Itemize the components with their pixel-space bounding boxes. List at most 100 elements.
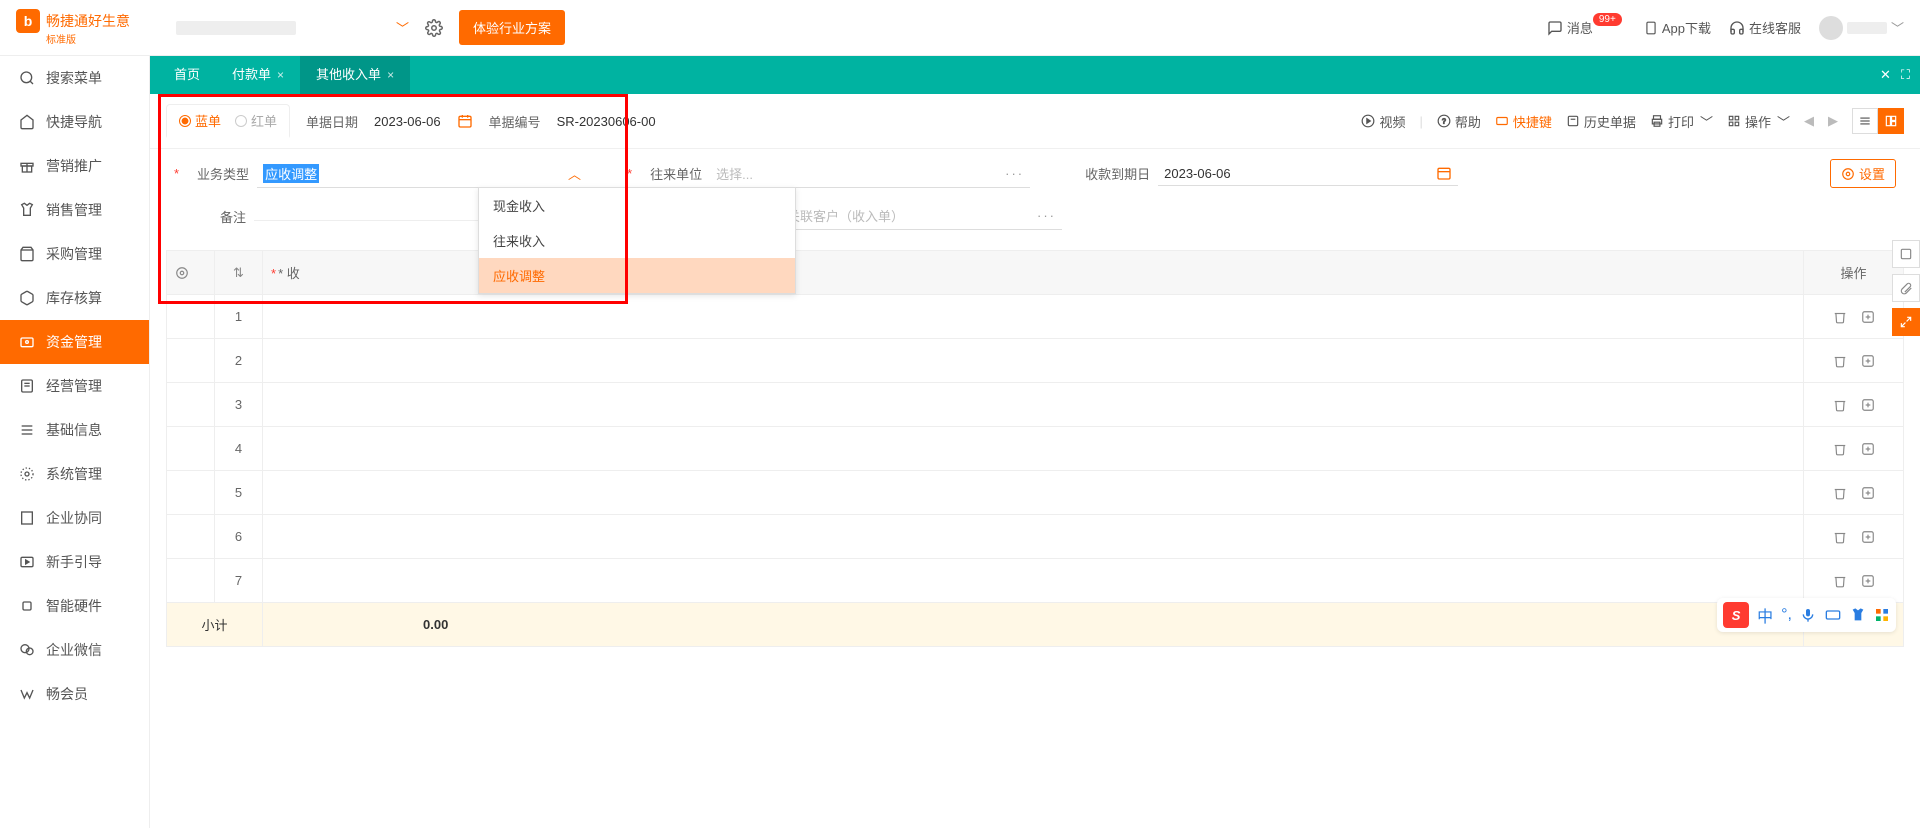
due-date-input[interactable]: 2023-06-06 — [1158, 161, 1458, 186]
app-download-link[interactable]: App下载 — [1644, 18, 1711, 37]
delete-icon[interactable] — [1833, 574, 1847, 588]
radio-red[interactable]: 红单 — [235, 111, 277, 130]
sidebar-item-guide[interactable]: 新手引导 — [0, 540, 149, 584]
calendar-icon[interactable] — [457, 113, 473, 129]
video-link[interactable]: 视频 — [1361, 112, 1405, 131]
row-cell[interactable] — [263, 515, 1804, 559]
delete-icon[interactable] — [1833, 442, 1847, 456]
prev-icon[interactable]: ◀ — [1804, 113, 1814, 129]
ime-skin-icon[interactable] — [1850, 607, 1866, 623]
fullscreen-icon[interactable]: ⛶ — [1901, 67, 1910, 83]
table-row[interactable]: 6 — [167, 515, 1904, 559]
help-link[interactable]: ?帮助 — [1437, 112, 1481, 131]
sidebar-item-sales[interactable]: 销售管理 — [0, 188, 149, 232]
close-icon[interactable]: × — [277, 56, 284, 94]
delete-icon[interactable] — [1833, 310, 1847, 324]
delete-icon[interactable] — [1833, 354, 1847, 368]
dropdown-option-cash[interactable]: 现金收入 — [479, 188, 795, 223]
ime-toolbox-icon[interactable] — [1874, 607, 1890, 623]
biz-type-select[interactable]: 应收调整 ︿ — [257, 160, 587, 188]
add-row-icon[interactable] — [1861, 310, 1875, 324]
sidebar-item-home[interactable]: 快捷导航 — [0, 100, 149, 144]
action-link[interactable]: 操作﹀ — [1727, 112, 1790, 131]
add-row-icon[interactable] — [1861, 530, 1875, 544]
delete-icon[interactable] — [1833, 486, 1847, 500]
sidebar-item-hardware[interactable]: 智能硬件 — [0, 584, 149, 628]
customer-service-link[interactable]: 在线客服 — [1729, 18, 1801, 37]
shortcut-link[interactable]: 快捷键 — [1495, 112, 1552, 131]
row-drag[interactable] — [167, 471, 215, 515]
add-row-icon[interactable] — [1861, 486, 1875, 500]
close-icon[interactable]: × — [387, 56, 394, 94]
dropdown-option-adjust[interactable]: 应收调整 — [479, 258, 795, 293]
sidebar-item-marketing[interactable]: 营销推广 — [0, 144, 149, 188]
table-row[interactable]: 1 — [167, 295, 1904, 339]
next-icon[interactable]: ▶ — [1828, 113, 1838, 129]
sidebar-item-wechat[interactable]: 企业微信 — [0, 628, 149, 672]
ime-mic-icon[interactable] — [1800, 607, 1816, 623]
ime-punct-icon[interactable]: °, — [1781, 606, 1792, 624]
rail-expand-icon[interactable] — [1892, 308, 1920, 336]
ime-logo-icon[interactable]: S — [1723, 602, 1749, 628]
more-icon[interactable]: ··· — [1037, 208, 1056, 223]
tab-other-income[interactable]: 其他收入单× — [300, 56, 410, 94]
sidebar-item-inventory[interactable]: 库存核算 — [0, 276, 149, 320]
rail-note-icon[interactable] — [1892, 240, 1920, 268]
dropdown-option-contact[interactable]: 往来收入 — [479, 223, 795, 258]
col-sort[interactable]: ⇅ — [215, 251, 263, 295]
view-list-btn[interactable] — [1852, 108, 1878, 134]
calendar-icon[interactable] — [1436, 165, 1452, 181]
row-cell[interactable] — [263, 295, 1804, 339]
rail-attach-icon[interactable] — [1892, 274, 1920, 302]
trial-button[interactable]: 体验行业方案 — [459, 10, 565, 45]
row-drag[interactable] — [167, 295, 215, 339]
row-drag[interactable] — [167, 383, 215, 427]
gear-icon[interactable] — [425, 19, 443, 37]
sidebar-item-enterprise[interactable]: 企业协同 — [0, 496, 149, 540]
sidebar-item-vip[interactable]: 畅会员 — [0, 672, 149, 716]
tab-payment[interactable]: 付款单× — [216, 56, 300, 94]
col-gear[interactable] — [167, 251, 215, 295]
more-icon[interactable]: ··· — [1005, 166, 1024, 181]
user-menu[interactable]: ﹀ — [1819, 16, 1904, 40]
ime-lang[interactable]: 中 — [1757, 603, 1773, 627]
close-all-icon[interactable]: ✕ — [1880, 67, 1891, 83]
ime-keyboard-icon[interactable] — [1824, 607, 1842, 623]
row-cell[interactable] — [263, 471, 1804, 515]
row-drag[interactable] — [167, 559, 215, 603]
table-row[interactable]: 3 — [167, 383, 1904, 427]
row-drag[interactable] — [167, 339, 215, 383]
partner-input[interactable]: 选择... ··· — [710, 160, 1030, 188]
table-row[interactable]: 4 — [167, 427, 1904, 471]
row-drag[interactable] — [167, 515, 215, 559]
row-cell[interactable] — [263, 383, 1804, 427]
messages-link[interactable]: 消息 99+ — [1547, 18, 1626, 37]
table-row[interactable]: 7 — [167, 559, 1904, 603]
sidebar-item-purchase[interactable]: 采购管理 — [0, 232, 149, 276]
settings-button[interactable]: 设置 — [1830, 159, 1896, 188]
table-row[interactable]: 5 — [167, 471, 1904, 515]
add-row-icon[interactable] — [1861, 574, 1875, 588]
add-row-icon[interactable] — [1861, 398, 1875, 412]
sidebar-item-system[interactable]: 系统管理 — [0, 452, 149, 496]
row-cell[interactable] — [263, 559, 1804, 603]
add-row-icon[interactable] — [1861, 442, 1875, 456]
radio-blue[interactable]: 蓝单 — [179, 111, 221, 130]
table-row[interactable]: 2 — [167, 339, 1904, 383]
print-link[interactable]: 打印﹀ — [1650, 112, 1713, 131]
history-link[interactable]: 历史单据 — [1566, 112, 1636, 131]
row-cell[interactable] — [263, 427, 1804, 471]
tab-home[interactable]: 首页 — [158, 56, 216, 94]
sidebar-item-base[interactable]: 基础信息 — [0, 408, 149, 452]
org-selector[interactable]: ﹀ — [176, 18, 409, 37]
delete-icon[interactable] — [1833, 398, 1847, 412]
row-drag[interactable] — [167, 427, 215, 471]
delete-icon[interactable] — [1833, 530, 1847, 544]
view-form-btn[interactable] — [1878, 108, 1904, 134]
date-value[interactable]: 2023-06-06 — [374, 114, 441, 129]
sidebar-item-funds[interactable]: 资金管理 — [0, 320, 149, 364]
sidebar-item-operation[interactable]: 经营管理 — [0, 364, 149, 408]
sidebar-item-search[interactable]: 搜索菜单 — [0, 56, 149, 100]
row-cell[interactable] — [263, 339, 1804, 383]
add-row-icon[interactable] — [1861, 354, 1875, 368]
